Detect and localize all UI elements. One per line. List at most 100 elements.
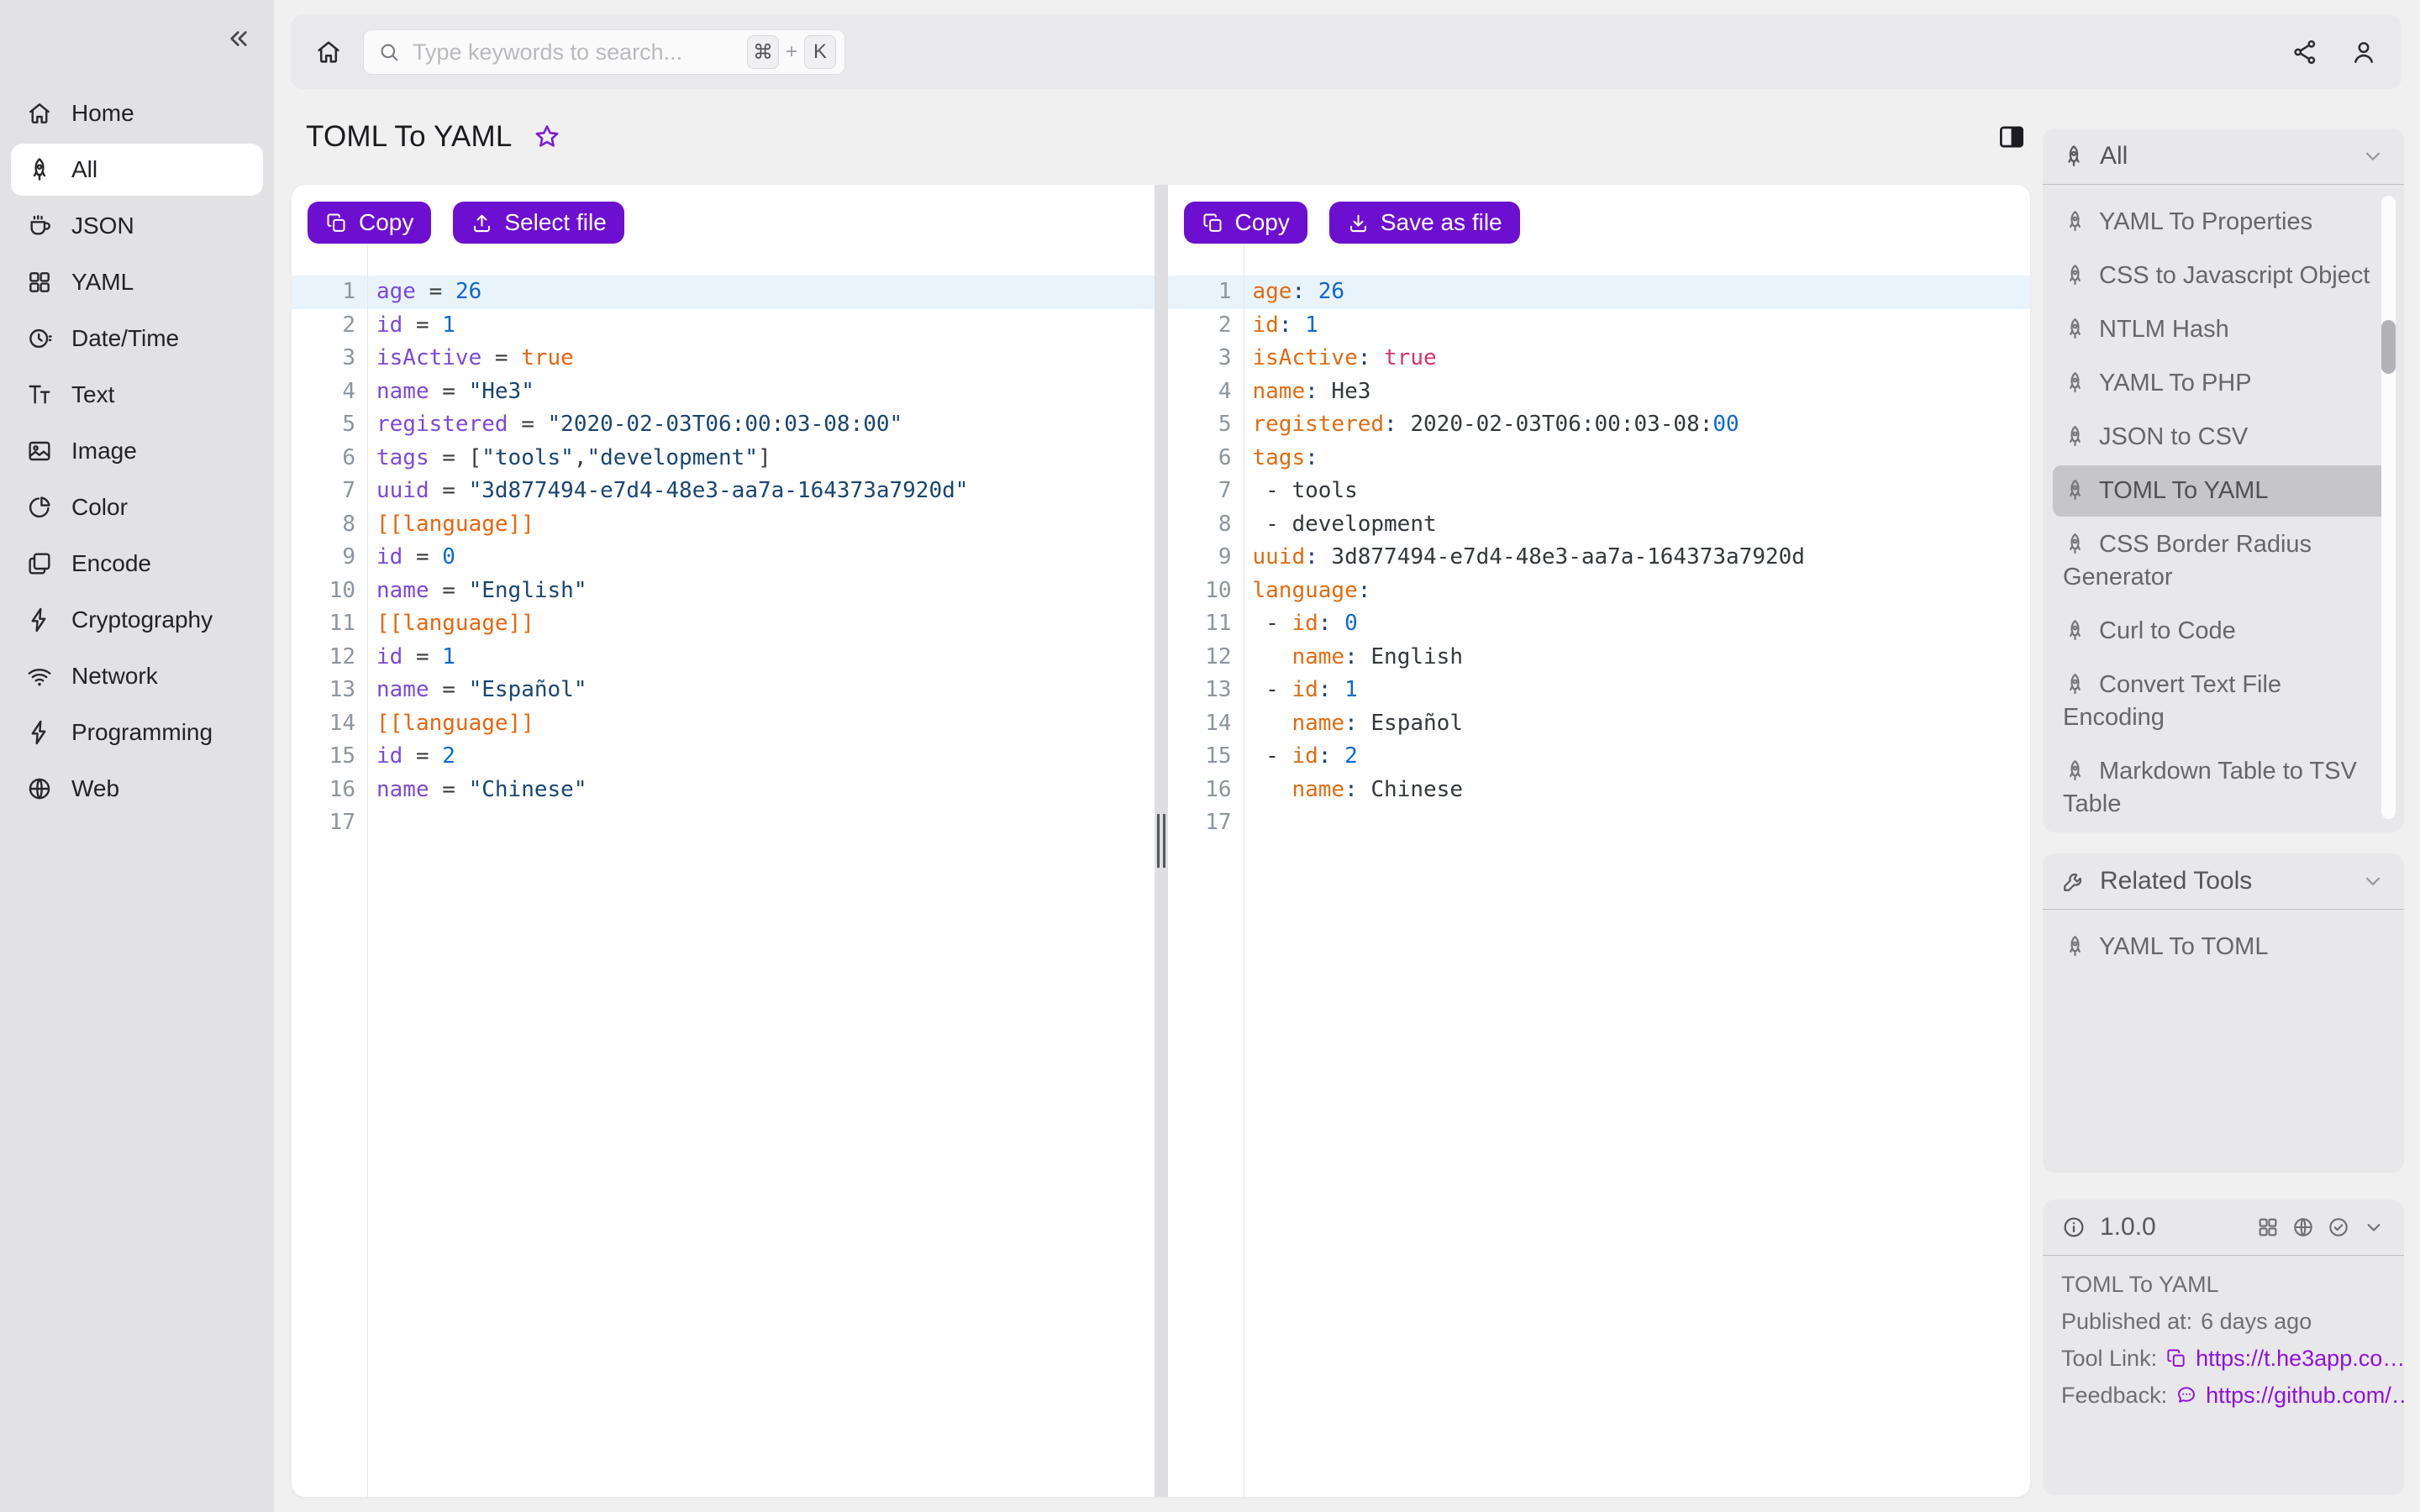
line-number: 4 — [342, 378, 355, 404]
k-keycap: K — [804, 35, 836, 69]
favorite-star-button[interactable] — [533, 123, 561, 151]
sidebar-item-text[interactable]: Text — [11, 369, 263, 421]
tool-link-row: Tool Link: https://t.he3app.co… — [2061, 1345, 2404, 1371]
yaml-output-editor: Copy Save as file 1 age: 26 2 id: 1 3 isActive:… — [1167, 185, 2031, 1497]
related-tools-title: Related Tools — [2100, 867, 2253, 895]
code-line: 9 uuid: 3d877494-e7d4-48e3-aa7a-164373a79… — [1168, 541, 2031, 575]
sidebar-item-date-time[interactable]: Date/Time — [11, 312, 263, 365]
related-tools-list: YAML To TOML — [2043, 910, 2404, 987]
sidebar-item-image[interactable]: Image — [11, 425, 263, 477]
line-number: 7 — [1218, 478, 1232, 503]
copy-icon — [2167, 1349, 2185, 1367]
search-input[interactable]: Type keywords to search... ⌘ + K — [363, 29, 845, 75]
sidebar-item-label: JSON — [71, 213, 134, 239]
tool-item-toml-to-yaml[interactable]: TOML To YAML — [2053, 465, 2394, 517]
line-number: 3 — [342, 345, 355, 370]
code-line: 10 language: — [1168, 575, 2031, 608]
line-content: uuid = "3d877494-e7d4-48e3-aa7a-164373a7… — [376, 478, 969, 503]
line-number: 8 — [1218, 511, 1232, 537]
sidebar-item-label: Encode — [71, 550, 151, 576]
sidebar-item-home[interactable]: Home — [11, 87, 263, 139]
line-number: 5 — [1218, 412, 1232, 437]
panel-resizer[interactable] — [1154, 185, 1168, 1497]
toml-input-code-area[interactable]: 1 age = 26 2 id = 1 3 isActive = true 4 name = … — [292, 244, 1155, 1497]
line-number: 3 — [1218, 345, 1232, 370]
line-number: 15 — [329, 743, 355, 769]
feedback-link[interactable]: https://github.com/… — [2206, 1383, 2404, 1409]
sidebar-item-all[interactable]: All — [11, 144, 263, 196]
title-row: TOML To YAML — [292, 89, 2030, 185]
yaml-output-code-area[interactable]: 1 age: 26 2 id: 1 3 isActive: true 4 name: He3 5… — [1167, 244, 2031, 1497]
line-number: 9 — [342, 544, 355, 570]
chevron-down-icon — [2367, 1224, 2381, 1231]
copy-button[interactable]: Copy — [308, 202, 432, 244]
rocket-icon — [2070, 426, 2081, 447]
line-content: id = 1 — [376, 312, 455, 338]
code-line: 17 — [1168, 806, 2031, 840]
code-line: 6 tags = ["tools","development"] — [292, 442, 1155, 475]
tools-scrollbar-thumb[interactable] — [2381, 320, 2396, 374]
sidebar-item-programming[interactable]: Programming — [11, 706, 263, 759]
tools-scrollbar-track[interactable] — [2381, 196, 2396, 819]
rocket-icon — [2070, 480, 2081, 501]
panel-right-icon — [2000, 126, 2023, 148]
sidebar-item-label: Programming — [71, 719, 213, 745]
sidebar-collapse-button[interactable] — [220, 20, 257, 57]
code-line: 16 name: Chinese — [1168, 774, 2031, 807]
clock-icon — [29, 328, 52, 349]
line-content: - tools — [1252, 478, 1358, 503]
published-row: Published at: 6 days ago — [2061, 1308, 2312, 1334]
tool-item-css-to-javascript-object[interactable]: CSS to Javascript Object — [2053, 250, 2394, 302]
tool-item-convert-text-file-encoding[interactable]: Convert Text File Encoding — [2053, 659, 2394, 743]
tool-item-yaml-to-php[interactable]: YAML To PHP — [2053, 358, 2394, 409]
sidebar-item-cryptography[interactable]: Cryptography — [11, 594, 263, 646]
tool-item-yaml-to-properties[interactable]: YAML To Properties — [2053, 197, 2394, 248]
sidebar-item-json[interactable]: JSON — [11, 200, 263, 252]
button-label: Copy — [359, 209, 414, 235]
line-number: 6 — [1218, 444, 1232, 470]
pie-icon — [29, 496, 50, 518]
line-number: 4 — [1218, 378, 1232, 404]
sidebar-item-label: Text — [71, 381, 115, 407]
sidebar-item-label: Date/Time — [71, 325, 180, 351]
tool-item-yaml-to-toml[interactable]: YAML To TOML — [2053, 921, 2394, 973]
tool-item-markdown-table-to-tsv-table[interactable]: Markdown Table to TSV Table — [2053, 746, 2394, 830]
code-line: 12 name: English — [1168, 641, 2031, 675]
toml-input-editor: Copy Select file 1 age = 26 2 id = 1 3 isActive… — [292, 185, 1155, 1497]
line-content — [367, 806, 1155, 840]
copy-button[interactable]: Copy — [1183, 202, 1307, 244]
line-number: 17 — [1205, 810, 1232, 835]
tool-item-curl-to-code[interactable]: Curl to Code — [2053, 606, 2394, 657]
select-file-button[interactable]: Select file — [453, 202, 624, 244]
code-line: 11 - id: 0 — [1168, 607, 2031, 641]
related-tools-header[interactable]: Related Tools — [2043, 853, 2404, 910]
line-content: - id: 2 — [1252, 743, 1358, 769]
rocket-icon — [2070, 211, 2081, 232]
sidebar-item-web[interactable]: Web — [11, 763, 263, 815]
line-content: [[language]] — [376, 511, 534, 537]
tool-link[interactable]: https://t.he3app.co… — [2196, 1346, 2404, 1372]
share-button[interactable] — [2291, 38, 2319, 66]
rocket-icon — [2070, 620, 2081, 641]
sidebar-item-encode[interactable]: Encode — [11, 538, 263, 590]
tool-item-css-border-radius-generator[interactable]: CSS Border Radius Generator — [2053, 519, 2394, 603]
line-number: 12 — [1205, 643, 1232, 669]
code-line: 3 isActive = true — [292, 342, 1155, 375]
user-button[interactable] — [2349, 38, 2378, 66]
save-as-file-button[interactable]: Save as file — [1328, 202, 1520, 244]
sidebar-item-color[interactable]: Color — [11, 481, 263, 533]
line-number: 15 — [1205, 743, 1232, 769]
home-icon — [29, 103, 50, 123]
tool-item-label: YAML To Properties — [2099, 208, 2313, 235]
home-button[interactable] — [314, 38, 343, 66]
toggle-right-panel-button[interactable] — [1996, 122, 2027, 152]
tool-item-ntlm-hash[interactable]: NTLM Hash — [2053, 304, 2394, 355]
sidebar-item-yaml[interactable]: YAML — [11, 256, 263, 308]
line-number: 14 — [1205, 710, 1232, 736]
code-line: 15 id = 2 — [292, 740, 1155, 774]
feedback-row: Feedback: https://github.com/… — [2061, 1377, 2404, 1414]
tool-item-json-to-csv[interactable]: JSON to CSV — [2053, 412, 2394, 463]
tools-panel-header[interactable]: All — [2043, 129, 2404, 185]
sidebar-item-network[interactable]: Network — [11, 650, 263, 702]
layers-icon — [29, 553, 50, 575]
